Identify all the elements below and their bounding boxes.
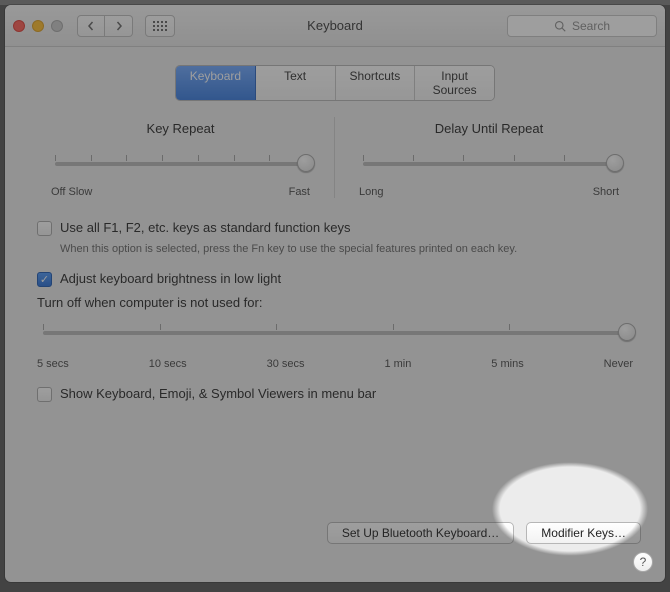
modifier-keys-button[interactable]: Modifier Keys…: [526, 522, 641, 544]
search-input[interactable]: Search: [507, 15, 657, 37]
minimize-icon[interactable]: [32, 20, 44, 32]
setup-bluetooth-button[interactable]: Set Up Bluetooth Keyboard…: [327, 522, 514, 544]
preferences-window: Keyboard Search Keyboard Text Shortcuts …: [5, 5, 665, 582]
tab-shortcuts[interactable]: Shortcuts: [336, 66, 416, 100]
turn-off-stop-5: Never: [604, 358, 633, 370]
tab-input-sources[interactable]: Input Sources: [415, 66, 494, 100]
repeat-settings: Key Repeat Off Slow Fast Delay Until Rep…: [27, 117, 643, 198]
grid-icon: [153, 21, 167, 31]
window-title: Keyboard: [307, 18, 363, 33]
close-icon[interactable]: [13, 20, 25, 32]
fn-keys-hint: When this option is selected, press the …: [60, 242, 633, 257]
turn-off-stop-4: 5 mins: [491, 358, 523, 370]
key-repeat-heading: Key Repeat: [37, 121, 324, 136]
brightness-checkbox[interactable]: ✓: [37, 272, 52, 287]
key-repeat-right-label: Fast: [289, 186, 310, 198]
search-placeholder: Search: [572, 19, 610, 33]
delay-repeat-slider[interactable]: [363, 152, 615, 184]
delay-repeat-left-label: Long: [359, 186, 383, 198]
key-repeat-slider[interactable]: [55, 152, 306, 184]
menubar-checkbox[interactable]: [37, 387, 52, 402]
content-area: Keyboard Text Shortcuts Input Sources Ke…: [5, 47, 665, 402]
menubar-label: Show Keyboard, Emoji, & Symbol Viewers i…: [60, 386, 376, 401]
turn-off-slider[interactable]: [43, 320, 627, 354]
titlebar: Keyboard Search: [5, 5, 665, 47]
window-controls: [13, 20, 63, 32]
fn-keys-row[interactable]: Use all F1, F2, etc. keys as standard fu…: [37, 220, 633, 236]
forward-button[interactable]: [105, 15, 133, 37]
show-all-button[interactable]: [145, 15, 175, 37]
brightness-label: Adjust keyboard brightness in low light: [60, 271, 281, 286]
help-button[interactable]: ?: [633, 552, 653, 572]
menubar-row[interactable]: Show Keyboard, Emoji, & Symbol Viewers i…: [37, 386, 633, 402]
tab-text[interactable]: Text: [256, 66, 336, 100]
footer-buttons: Set Up Bluetooth Keyboard… Modifier Keys…: [5, 522, 665, 544]
back-button[interactable]: [77, 15, 105, 37]
key-repeat-left-label: Off Slow: [51, 186, 92, 198]
delay-repeat-right-label: Short: [593, 186, 619, 198]
tab-bar: Keyboard Text Shortcuts Input Sources: [175, 65, 495, 101]
turn-off-stop-0: 5 secs: [37, 358, 69, 370]
zoom-icon: [51, 20, 63, 32]
turn-off-label: Turn off when computer is not used for:: [37, 295, 633, 310]
turn-off-stop-3: 1 min: [384, 358, 411, 370]
key-repeat-section: Key Repeat Off Slow Fast: [27, 117, 335, 198]
delay-repeat-heading: Delay Until Repeat: [345, 121, 633, 136]
delay-repeat-section: Delay Until Repeat Long Short: [335, 117, 643, 198]
turn-off-stop-2: 30 secs: [267, 358, 305, 370]
fn-keys-label: Use all F1, F2, etc. keys as standard fu…: [60, 220, 350, 235]
turn-off-stop-1: 10 secs: [149, 358, 187, 370]
brightness-row[interactable]: ✓ Adjust keyboard brightness in low ligh…: [37, 271, 633, 287]
tab-keyboard[interactable]: Keyboard: [176, 66, 256, 100]
search-icon: [554, 20, 566, 32]
nav-buttons: [77, 15, 133, 37]
fn-keys-checkbox[interactable]: [37, 221, 52, 236]
